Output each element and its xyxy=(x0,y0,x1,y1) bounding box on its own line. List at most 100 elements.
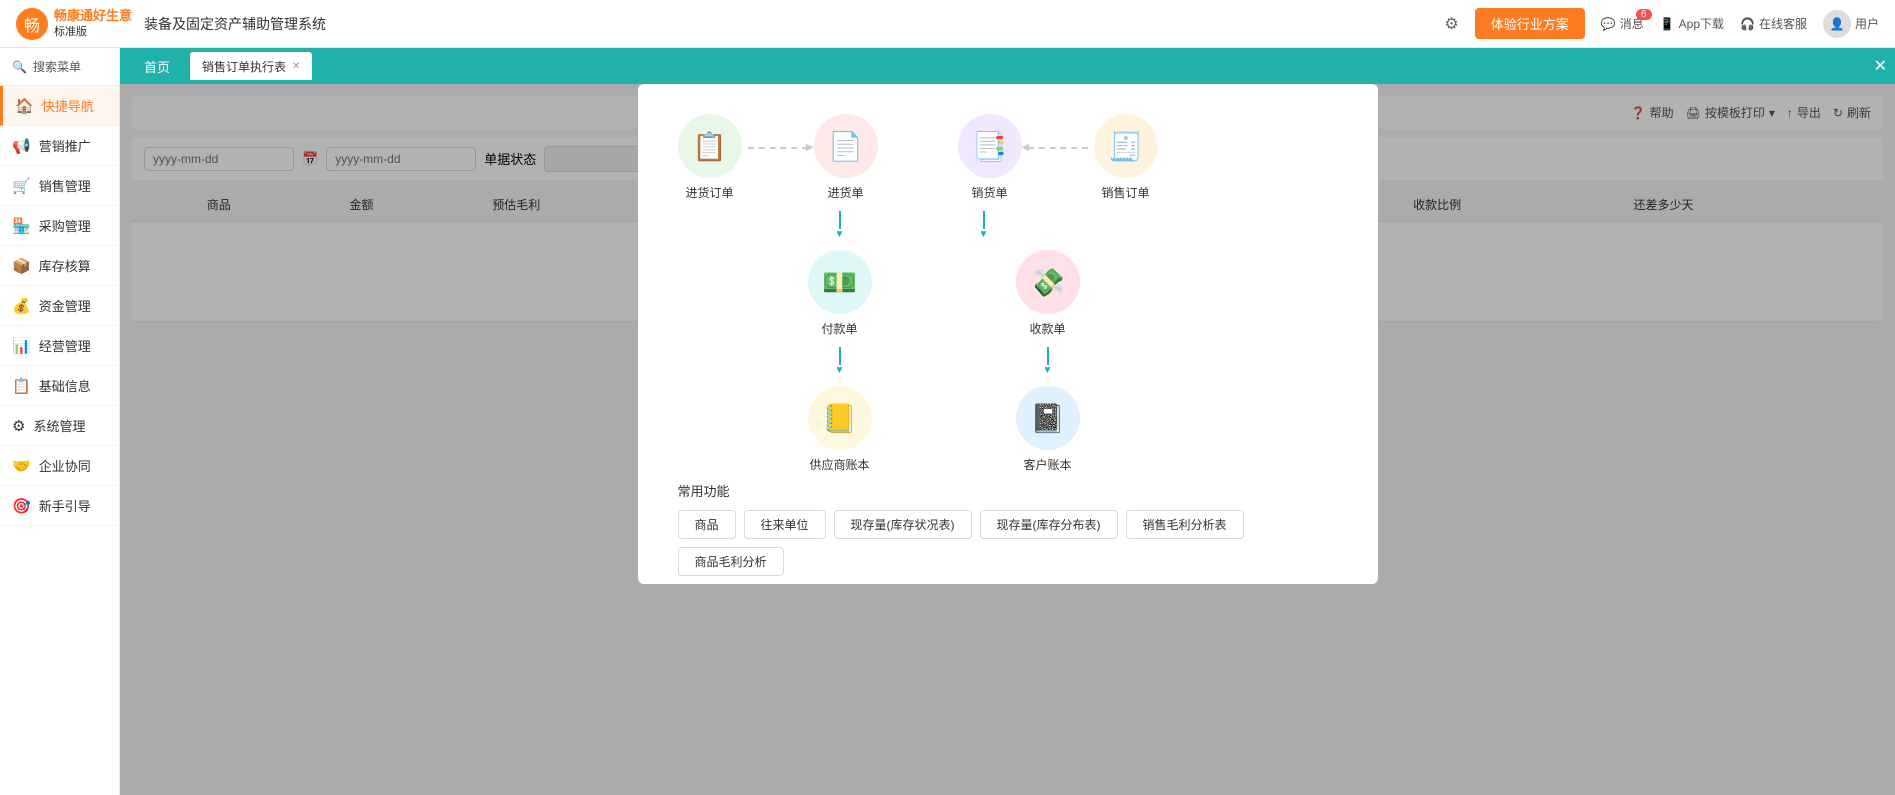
purchase-order-label: 进货订单 xyxy=(685,184,733,201)
operations-icon: 📊 xyxy=(12,337,31,355)
sidebar-item-label: 新手引导 xyxy=(39,496,91,515)
purchase-bill-icon: 📄 xyxy=(828,130,863,163)
sales-order-label: 销售订单 xyxy=(1101,184,1149,201)
sidebar-item-newbie[interactable]: 🎯 新手引导 xyxy=(0,486,119,526)
cf-btn-product[interactable]: 商品 xyxy=(678,510,736,539)
cf-btn-inventory-status[interactable]: 现存量(库存状况表) xyxy=(834,510,972,539)
sidebar-item-inventory[interactable]: 📦 库存核算 xyxy=(0,246,119,286)
supplier-account-circle[interactable]: 📒 xyxy=(808,386,872,450)
supplier-account-node[interactable]: 📒 供应商账本 xyxy=(808,386,872,473)
customer-account-circle[interactable]: 📓 xyxy=(1016,386,1080,450)
sidebar-item-label: 销售管理 xyxy=(39,176,91,195)
message-badge: 6 xyxy=(1636,9,1652,20)
newbie-icon: 🎯 xyxy=(12,497,31,515)
logo-text: 畅康通好生意 标准版 xyxy=(54,8,132,39)
tab-home[interactable]: 首页 xyxy=(128,48,186,84)
sidebar-item-quick-guide[interactable]: 🏠 快捷导航 xyxy=(0,86,119,126)
receipt-down-arrow: ▼ xyxy=(1016,347,1080,376)
customer-account-label: 客户账本 xyxy=(1023,456,1071,473)
sales-order-node[interactable]: 🧾 销售订单 xyxy=(1094,114,1158,201)
app-download-icon: 📱 xyxy=(1660,17,1675,31)
sidebar-item-label: 资金管理 xyxy=(39,296,91,315)
sidebar-item-system[interactable]: ⚙ 系统管理 xyxy=(0,406,119,446)
payment-down-arrow: ▼ xyxy=(808,347,872,376)
purchase-order-circle[interactable]: 📋 xyxy=(678,114,742,178)
user-avatar: 👤 xyxy=(1823,10,1851,38)
sales-order-icon: 🧾 xyxy=(1108,130,1143,163)
arrows-down-row: ▼ ▼ xyxy=(678,211,1338,240)
search-menu-item[interactable]: 🔍 搜索菜单 xyxy=(0,48,119,86)
sidebar-item-label: 企业协同 xyxy=(39,456,91,475)
tab-close-icon[interactable]: ✕ xyxy=(292,61,300,72)
customer-account-icon: 📓 xyxy=(1030,402,1065,435)
top-header: 畅 畅康通好生意 标准版 装备及固定资产辅助管理系统 ⚙ 体验行业方案 💬 消息… xyxy=(0,0,1895,48)
message-item[interactable]: 💬 消息 6 xyxy=(1601,15,1644,32)
flow-top-row: 📋 进货订单 ▶ 📄 进货 xyxy=(678,114,1338,201)
sidebar: 🔍 搜索菜单 🏠 快捷导航 📢 营销推广 🛒 销售管理 🏪 采购管理 📦 库存核… xyxy=(0,48,120,795)
header-actions: ⚙ 体验行业方案 💬 消息 6 📱 App下载 🎧 在线客服 👤 用户 xyxy=(1444,8,1879,39)
system-icon: ⚙ xyxy=(12,417,25,435)
sales-bill-icon: 📑 xyxy=(972,130,1007,163)
purchase-bill-down-arrow: ▼ xyxy=(808,211,872,240)
sales-bill-label: 销货单 xyxy=(971,184,1007,201)
sidebar-item-operations[interactable]: 📊 经营管理 xyxy=(0,326,119,366)
online-service-item[interactable]: 🎧 在线客服 xyxy=(1740,15,1807,32)
payment-bill-node[interactable]: 💵 付款单 xyxy=(808,250,872,337)
sidebar-item-basic-info[interactable]: 📋 基础信息 xyxy=(0,366,119,406)
sales-bill-node[interactable]: 📑 销货单 xyxy=(958,114,1022,201)
header-icon-group: 💬 消息 6 📱 App下载 🎧 在线客服 👤 用户 xyxy=(1601,10,1879,38)
message-icon: 💬 xyxy=(1601,17,1616,31)
supplier-account-icon: 📒 xyxy=(822,402,857,435)
sidebar-item-finance[interactable]: 💰 资金管理 xyxy=(0,286,119,326)
arrows-down-row2: ▼ ▼ xyxy=(808,347,1338,376)
tab-sales-order-exec[interactable]: 销售订单执行表 ✕ xyxy=(190,52,312,80)
sidebar-item-label: 采购管理 xyxy=(39,216,91,235)
sales-order-circle[interactable]: 🧾 xyxy=(1094,114,1158,178)
sidebar-item-marketing[interactable]: 📢 营销推广 xyxy=(0,126,119,166)
purchase-order-icon: 📋 xyxy=(692,130,727,163)
logo-area: 畅 畅康通好生意 标准版 xyxy=(16,8,136,40)
finance-icon: 💰 xyxy=(12,297,31,315)
sidebar-item-label: 快捷导航 xyxy=(42,96,94,115)
flow-middle-row: 💵 付款单 💸 收款单 xyxy=(808,250,1338,337)
cf-btn-product-margin[interactable]: 商品毛利分析 xyxy=(678,547,784,576)
purchase-order-node[interactable]: 📋 进货订单 xyxy=(678,114,742,201)
payment-bill-circle[interactable]: 💵 xyxy=(808,250,872,314)
purchase-bill-circle[interactable]: 📄 xyxy=(814,114,878,178)
cf-btn-counterpart[interactable]: 往来单位 xyxy=(744,510,826,539)
payment-bill-label: 付款单 xyxy=(821,320,857,337)
user-profile-item[interactable]: 👤 用户 xyxy=(1823,10,1879,38)
search-menu-label: 搜索菜单 xyxy=(33,58,81,75)
receipt-bill-node[interactable]: 💸 收款单 xyxy=(1016,250,1080,337)
cf-btn-inventory-dist[interactable]: 现存量(库存分布表) xyxy=(980,510,1118,539)
cf-row-1: 商品 往来单位 现存量(库存状况表) 现存量(库存分布表) 销售毛利分析表 商品… xyxy=(678,510,1338,576)
sales-bill-circle[interactable]: 📑 xyxy=(958,114,1022,178)
common-functions-title: 常用功能 xyxy=(678,481,1338,500)
sidebar-item-sales[interactable]: 🛒 销售管理 xyxy=(0,166,119,206)
system-name: 装备及固定资产辅助管理系统 xyxy=(136,14,1444,34)
sales-icon: 🛒 xyxy=(12,177,31,195)
sales-bill-down-arrow: ▼ xyxy=(952,211,1016,240)
flow-diagram: 📋 进货订单 ▶ 📄 进货 xyxy=(678,114,1338,473)
sidebar-item-purchase[interactable]: 🏪 采购管理 xyxy=(0,206,119,246)
cf-btn-sales-margin[interactable]: 销售毛利分析表 xyxy=(1126,510,1244,539)
basic-info-icon: 📋 xyxy=(12,377,31,395)
tab-label: 销售订单执行表 xyxy=(202,58,286,75)
app-download-item[interactable]: 📱 App下载 xyxy=(1660,15,1724,32)
sidebar-item-label: 基础信息 xyxy=(39,376,91,395)
receipt-bill-label: 收款单 xyxy=(1029,320,1065,337)
app-download-label: App下载 xyxy=(1679,15,1724,32)
cooperation-icon: 🤝 xyxy=(12,457,31,475)
tab-bar-close-icon[interactable]: ✕ xyxy=(1874,56,1887,76)
purchase-bill-label: 进货单 xyxy=(827,184,863,201)
receipt-bill-circle[interactable]: 💸 xyxy=(1016,250,1080,314)
sidebar-item-label: 库存核算 xyxy=(39,256,91,275)
try-industry-button[interactable]: 体验行业方案 xyxy=(1475,8,1585,39)
purchase-bill-node[interactable]: 📄 进货单 xyxy=(814,114,878,201)
user-name: 用户 xyxy=(1855,15,1879,32)
flow-bottom-row: 📒 供应商账本 📓 客户账本 xyxy=(808,386,1338,473)
customer-account-node[interactable]: 📓 客户账本 xyxy=(1016,386,1080,473)
sidebar-item-cooperation[interactable]: 🤝 企业协同 xyxy=(0,446,119,486)
modal-overlay: 📋 进货订单 ▶ 📄 进货 xyxy=(120,84,1895,795)
settings-icon[interactable]: ⚙ xyxy=(1444,14,1458,34)
